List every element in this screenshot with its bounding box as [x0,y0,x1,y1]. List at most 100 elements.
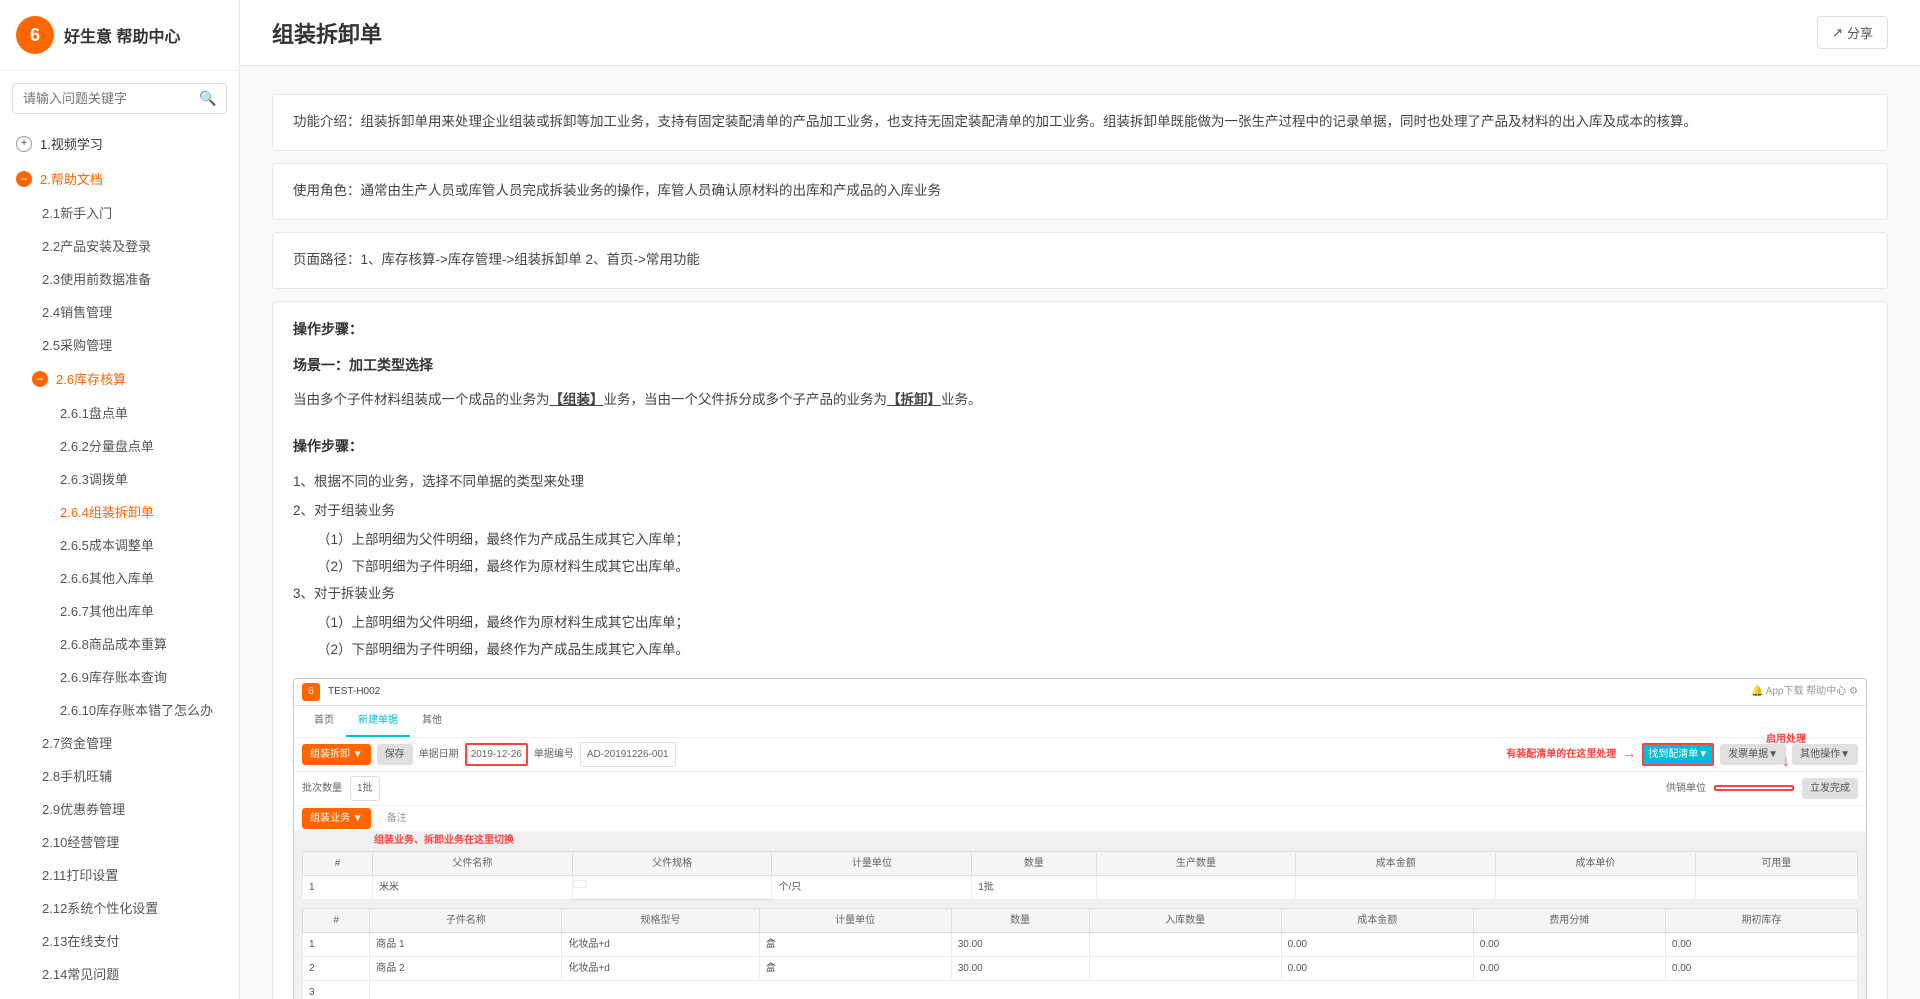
sidebar-item-coupon[interactable]: 2.9优惠券管理 [0,792,239,825]
sidebar-item-inv264[interactable]: 2.6.4组装拆卸单 [0,495,239,528]
cell-alloc2: 0.00 [1473,956,1665,980]
sidebar-item-install[interactable]: 2.2产品安装及登录 [0,229,239,262]
step3-2: （2）下部明细为子件明细，最终作为产成品生成其它入库单。 [293,639,1867,662]
screenshot-lower-table: # 子件名称 规格型号 计量单位 数量 入库数量 成本金额 费用分摊 期初库存 [294,904,1866,999]
search-input[interactable] [23,91,199,106]
plus-icon: + [16,136,32,152]
screenshot-tab-neworder: 新建单据 [346,706,410,737]
cell-alloc1: 0.00 [1473,932,1665,956]
screenshot-logo: 6 [302,683,320,701]
sidebar-item-inv2610[interactable]: 2.6.10库存账本错了怎么办 [0,693,239,726]
sidebar-item-purchase[interactable]: 2.5采购管理 [0,328,239,361]
cell-subcost1: 0.00 [1281,932,1473,956]
cell-spec [573,880,587,888]
sidebar-item-pay[interactable]: 2.13在线支付 [0,924,239,957]
cell-costamt [1296,875,1496,899]
col-subname: 子件名称 [370,908,562,932]
col-initial: 期初库存 [1665,908,1857,932]
sidebar-item-inv266[interactable]: 2.6.6其他入库单 [0,561,239,594]
sidebar-item-label: 2.帮助文档 [40,169,103,188]
sidebar-item-inv267[interactable]: 2.6.7其他出库单 [0,594,239,627]
screenshot-date-field: 2019-12-26 [465,743,528,766]
sidebar-item-mobile[interactable]: 2.8手机旺辅 [0,759,239,792]
col-cost-price: 成本单价 [1496,851,1696,875]
step2: 2、对于组装业务 [293,500,1867,523]
share-label: 分享 [1847,23,1873,42]
sidebar-item-custom[interactable]: 2.12系统个性化设置 [0,891,239,924]
cell-initial1: 0.00 [1665,932,1857,956]
step3-1: （1）上部明细为父件明细，最终作为原材料生成其它出库单； [293,612,1867,635]
page-title: 组装拆卸单 [272,17,382,49]
col-no2: # [303,908,370,932]
cell-no4: 3 [303,980,370,999]
screenshot-date-label: 单据日期 [419,746,459,763]
sidebar-item-ops[interactable]: 2.10经营管理 [0,825,239,858]
screenshot-tabswitch: 组装业务 ▼ 备注 组装业务、拆卸业务在这里切换 [294,806,1866,831]
screenshot-navtabs: 首页 新建单据 其他 [294,706,1866,738]
col-avail: 可用量 [1695,851,1857,875]
screenshot-id: TEST-H002 [328,683,380,700]
annotation-type: 组装业务、拆卸业务在这里切换 [374,832,514,849]
col-cost-amt: 成本金额 [1296,851,1496,875]
path-section: 页面路径：1、库存核算->库存管理->组装拆卸单 2、首页->常用功能 [272,232,1888,289]
scenario-title: 场景一：加工类型选择 [293,354,1867,378]
path-text: 页面路径：1、库存核算->库存管理->组装拆卸单 2、首页->常用功能 [293,249,1867,272]
cell-prodqty [1096,875,1296,899]
main-content: 功能介绍：组装拆卸单用来处理企业组装或拆卸等加工业务，支持有固定装配清单的产品加… [240,66,1920,999]
cell-inqty2 [1089,956,1281,980]
table-row: 1 米米 个/只 1批 [303,875,1858,899]
minus-icon: − [32,371,48,387]
cell-inqty1 [1089,932,1281,956]
sidebar-item-inventory[interactable]: − 2.6库存核算 [0,361,239,396]
sidebar-item-finance[interactable]: 2.7资金管理 [0,726,239,759]
sidebar-item-sales[interactable]: 2.4销售管理 [0,295,239,328]
table-row: 3 [303,980,1858,999]
cell-subcost2: 0.00 [1281,956,1473,980]
col-subunit: 计量单位 [759,908,951,932]
sidebar-item-label: 1.视频学习 [40,134,103,153]
logo-icon: 6 [16,16,54,54]
screenshot-company-label: 供销单位 [1666,780,1706,797]
sidebar: 6 好生意 帮助中心 🔍 + 1.视频学习 − 2.帮助文档 2.1新手入门 2… [0,0,240,999]
sidebar-item-inv262[interactable]: 2.6.2分量盘点单 [0,429,239,462]
sidebar-item-faq[interactable]: 2.14常见问题 [0,957,239,990]
cell-subspec2: 化妆品+d [562,956,759,980]
cell-unit: 个/只 [772,875,972,899]
share-button[interactable]: ↗ 分享 [1817,16,1888,49]
cell-no2: 1 [303,932,370,956]
sidebar-item-inv263[interactable]: 2.6.3调拨单 [0,462,239,495]
sidebar-item-video[interactable]: + 1.视频学习 [0,126,239,161]
intro-section: 功能介绍：组装拆卸单用来处理企业组装或拆卸等加工业务，支持有固定装配清单的产品加… [272,94,1888,151]
sidebar-item-inv265[interactable]: 2.6.5成本调整单 [0,528,239,561]
cell-no3: 2 [303,956,370,980]
col-alloc: 费用分摊 [1473,908,1665,932]
screenshot-code-field: AD-20191226-001 [580,742,676,767]
arrow-down-icon: ↓ [1766,748,1806,775]
sidebar-item-inv268[interactable]: 2.6.8商品成本重算 [0,627,239,660]
screenshot-container: 6 TEST-H002 🔔 App下载 帮助中心 ⚙ 首页 新建单据 其他 组装… [293,678,1867,999]
col-unit: 计量单位 [772,851,972,875]
share-icon: ↗ [1832,25,1843,41]
arrow-icon: → [1622,742,1636,766]
cell-subunit1: 盒 [759,932,951,956]
screenshot-topbar: 6 TEST-H002 🔔 App下载 帮助中心 ⚙ [294,679,1866,706]
cell-empty3 [370,980,1858,999]
sidebar-item-print[interactable]: 2.11打印设置 [0,858,239,891]
sidebar-item-newbie[interactable]: 2.1新手入门 [0,196,239,229]
cell-subqty1: 30.00 [951,932,1089,956]
sidebar-item-docs[interactable]: − 2.帮助文档 [0,161,239,196]
col-prod-qty: 生产数量 [1096,851,1296,875]
screenshot-formrow: 批次数量 1批 供销单位 立发完成 [294,772,1866,806]
screenshot-table-child: # 子件名称 规格型号 计量单位 数量 入库数量 成本金额 费用分摊 期初库存 [302,908,1858,999]
search-bar[interactable]: 🔍 [12,83,227,114]
sidebar-item-cases[interactable]: 2.15操作案例 [0,990,239,999]
cell-subspec1: 化妆品+d [562,932,759,956]
screenshot-code-label: 单据编号 [534,746,574,763]
sidebar-item-inv261[interactable]: 2.6.1盘点单 [0,396,239,429]
step1: 1、根据不同的业务，选择不同单据的类型来处理 [293,471,1867,494]
search-icon: 🔍 [199,90,216,107]
cell-no: 1 [303,875,373,899]
sidebar-item-predata[interactable]: 2.3使用前数据准备 [0,262,239,295]
screenshot-badge-save: 保存 [377,744,413,765]
sidebar-item-inv269[interactable]: 2.6.9库存账本查询 [0,660,239,693]
